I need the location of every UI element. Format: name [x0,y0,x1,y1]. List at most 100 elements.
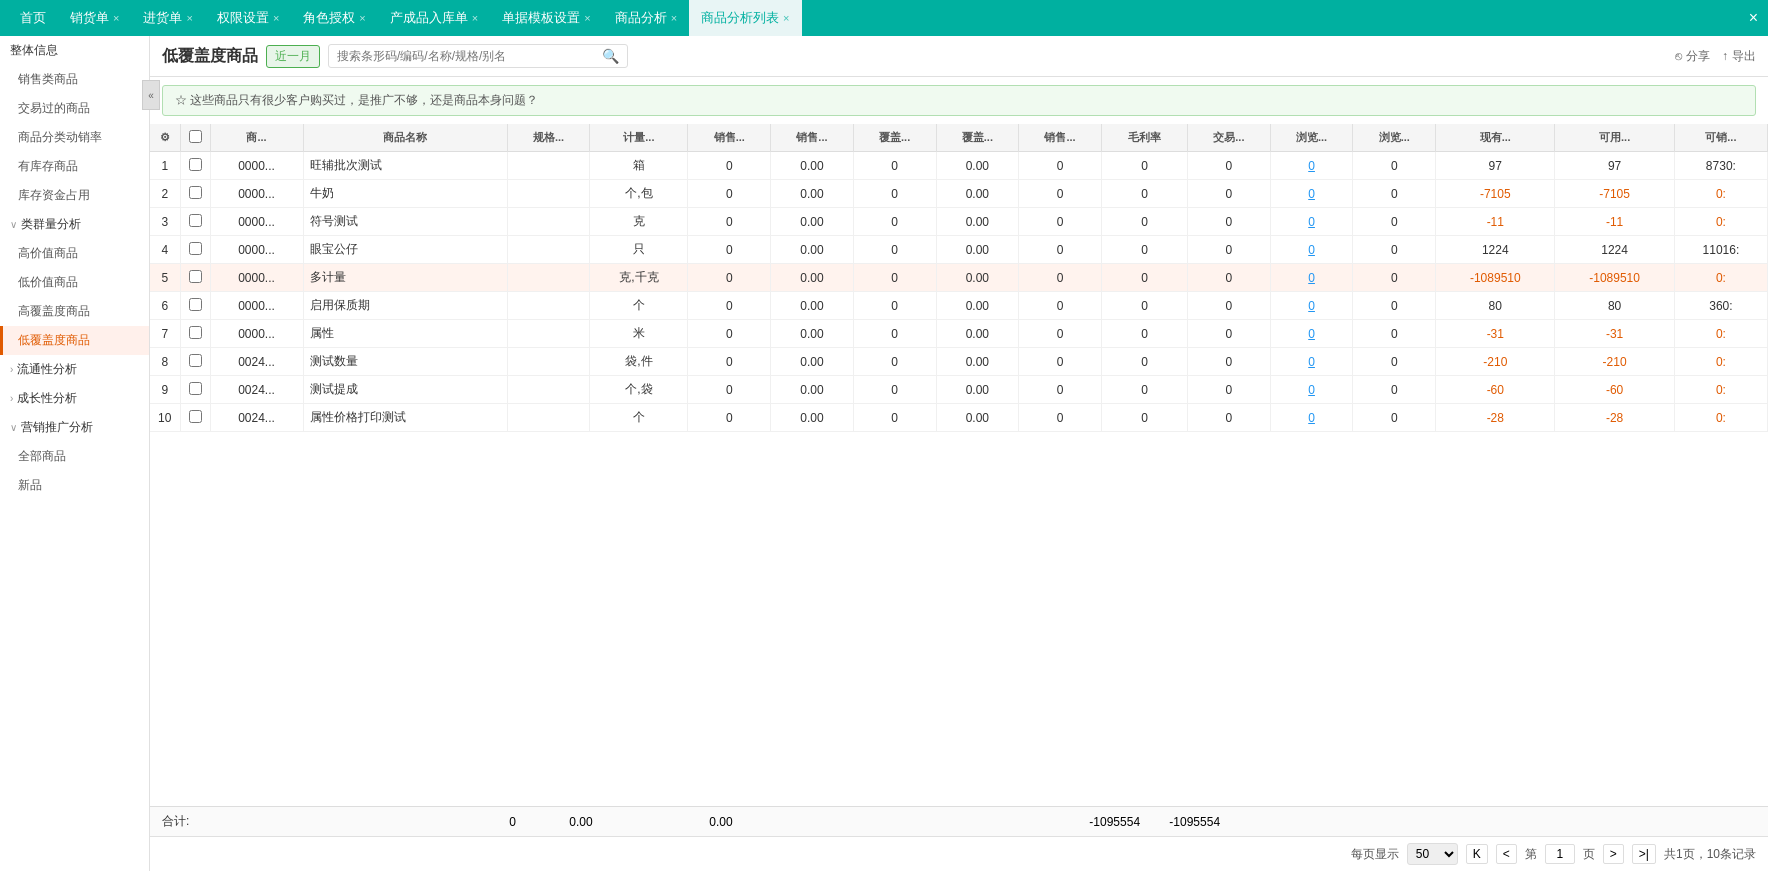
nav-product-storage[interactable]: 产成品入库单 × [378,0,490,36]
cell-browse2: 0 [1353,292,1436,320]
export-button[interactable]: ↑ 导出 [1722,48,1756,65]
nav-close-template[interactable]: × [584,12,590,24]
nav-role-auth[interactable]: 角色授权 × [291,0,377,36]
sidebar-item-inventory-funds[interactable]: 库存资金占用 [0,181,149,210]
cell-checkbox[interactable] [180,348,210,376]
cell-spec [507,348,590,376]
row-checkbox[interactable] [189,242,202,255]
cell-browse1[interactable]: 0 [1270,208,1353,236]
nav-purchase-order[interactable]: 进货单 × [131,0,204,36]
nav-close-permission[interactable]: × [273,12,279,24]
select-all-checkbox[interactable] [189,130,202,143]
first-page-button[interactable]: K [1466,844,1488,864]
row-checkbox[interactable] [189,326,202,339]
browse1-link[interactable]: 0 [1308,299,1315,313]
th-settings[interactable]: ⚙ [150,124,180,152]
row-checkbox[interactable] [189,298,202,311]
page-size-select[interactable]: 50 100 200 [1407,843,1458,865]
cell-checkbox[interactable] [180,152,210,180]
sidebar-cluster-analysis-header[interactable]: ∨ 类群量分析 [0,210,149,239]
cell-browse1[interactable]: 0 [1270,292,1353,320]
nav-close-purchase[interactable]: × [186,12,192,24]
sidebar-item-low-coverage[interactable]: 低覆盖度商品 [0,326,149,355]
total-sales-qty: 0 [509,815,569,829]
nav-close-product-storage[interactable]: × [472,12,478,24]
sidebar-growth-header[interactable]: › 成长性分析 [0,384,149,413]
cell-checkbox[interactable] [180,376,210,404]
sidebar-item-new-goods[interactable]: 新品 [0,471,149,500]
page-number-input[interactable] [1545,844,1575,864]
next-page-button[interactable]: > [1603,844,1624,864]
row-checkbox[interactable] [189,270,202,283]
search-input[interactable] [337,49,598,63]
search-icon[interactable]: 🔍 [602,48,619,64]
cell-browse1[interactable]: 0 [1270,348,1353,376]
nav-close-role[interactable]: × [359,12,365,24]
nav-template-settings[interactable]: 单据模板设置 × [490,0,602,36]
sidebar-item-category-rate[interactable]: 商品分类动销率 [0,123,149,152]
page-size-label: 每页显示 [1351,846,1399,863]
cell-trade: 0 [1188,320,1271,348]
sidebar-marketing-header[interactable]: ∨ 营销推广分析 [0,413,149,442]
cell-browse1[interactable]: 0 [1270,152,1353,180]
browse1-link[interactable]: 0 [1308,271,1315,285]
browse1-link[interactable]: 0 [1308,187,1315,201]
row-checkbox[interactable] [189,382,202,395]
sidebar-item-stocked-goods[interactable]: 有库存商品 [0,152,149,181]
nav-permission-settings[interactable]: 权限设置 × [205,0,291,36]
browse1-link[interactable]: 0 [1308,243,1315,257]
row-checkbox[interactable] [189,410,202,423]
sidebar-item-sales-goods[interactable]: 销售类商品 [0,65,149,94]
browse1-link[interactable]: 0 [1308,215,1315,229]
sidebar-item-high-coverage[interactable]: 高覆盖度商品 [0,297,149,326]
nav-goods-analysis[interactable]: 商品分析 × [603,0,689,36]
cell-browse1[interactable]: 0 [1270,376,1353,404]
row-checkbox[interactable] [189,354,202,367]
sidebar-collapse-button[interactable]: « [142,80,160,110]
sidebar-item-high-value[interactable]: 高价值商品 [0,239,149,268]
share-button[interactable]: ⎋ 分享 [1675,48,1710,65]
cell-checkbox[interactable] [180,236,210,264]
sidebar-item-all-goods[interactable]: 全部商品 [0,442,149,471]
cell-checkbox[interactable] [180,264,210,292]
sidebar-liquidity-header[interactable]: › 流通性分析 [0,355,149,384]
cell-checkbox[interactable] [180,320,210,348]
table-body: 1 0000... 旺辅批次测试 箱 0 0.00 0 0.00 0 0 0 0… [150,152,1768,432]
nav-close-sales[interactable]: × [113,12,119,24]
sidebar-item-traded-goods[interactable]: 交易过的商品 [0,94,149,123]
last-page-button[interactable]: >| [1632,844,1656,864]
row-checkbox[interactable] [189,214,202,227]
cell-code: 0000... [210,152,303,180]
cell-checkbox[interactable] [180,180,210,208]
browse1-link[interactable]: 0 [1308,355,1315,369]
cell-browse1[interactable]: 0 [1270,320,1353,348]
nav-close-goods-analysis[interactable]: × [671,12,677,24]
cell-name: 眼宝公仔 [303,236,507,264]
cell-browse1[interactable]: 0 [1270,264,1353,292]
browse1-link[interactable]: 0 [1308,159,1315,173]
cell-checkbox[interactable] [180,292,210,320]
cell-checkbox[interactable] [180,208,210,236]
prev-page-button[interactable]: < [1496,844,1517,864]
nav-close-goods-list[interactable]: × [783,12,789,24]
nav-home[interactable]: 首页 [8,0,58,36]
nav-goods-analysis-list[interactable]: 商品分析列表 × [689,0,801,36]
page-label-before: 第 [1525,846,1537,863]
sidebar-item-low-value[interactable]: 低价值商品 [0,268,149,297]
period-badge[interactable]: 近一月 [266,45,320,68]
cell-browse1[interactable]: 0 [1270,180,1353,208]
row-checkbox[interactable] [189,186,202,199]
nav-sales-order[interactable]: 销货单 × [58,0,131,36]
nav-close-all[interactable]: × [1749,9,1758,27]
top-navigation: 首页 销货单 × 进货单 × 权限设置 × 角色授权 × 产成品入库单 × 单据… [0,0,1768,36]
browse1-link[interactable]: 0 [1308,411,1315,425]
sidebar-overall-header[interactable]: 整体信息 [0,36,149,65]
row-checkbox[interactable] [189,158,202,171]
cell-browse1[interactable]: 0 [1270,404,1353,432]
cell-browse1[interactable]: 0 [1270,236,1353,264]
cell-checkbox[interactable] [180,404,210,432]
th-checkbox[interactable] [180,124,210,152]
browse1-link[interactable]: 0 [1308,383,1315,397]
cell-sales-num: 0 [1019,236,1102,264]
browse1-link[interactable]: 0 [1308,327,1315,341]
